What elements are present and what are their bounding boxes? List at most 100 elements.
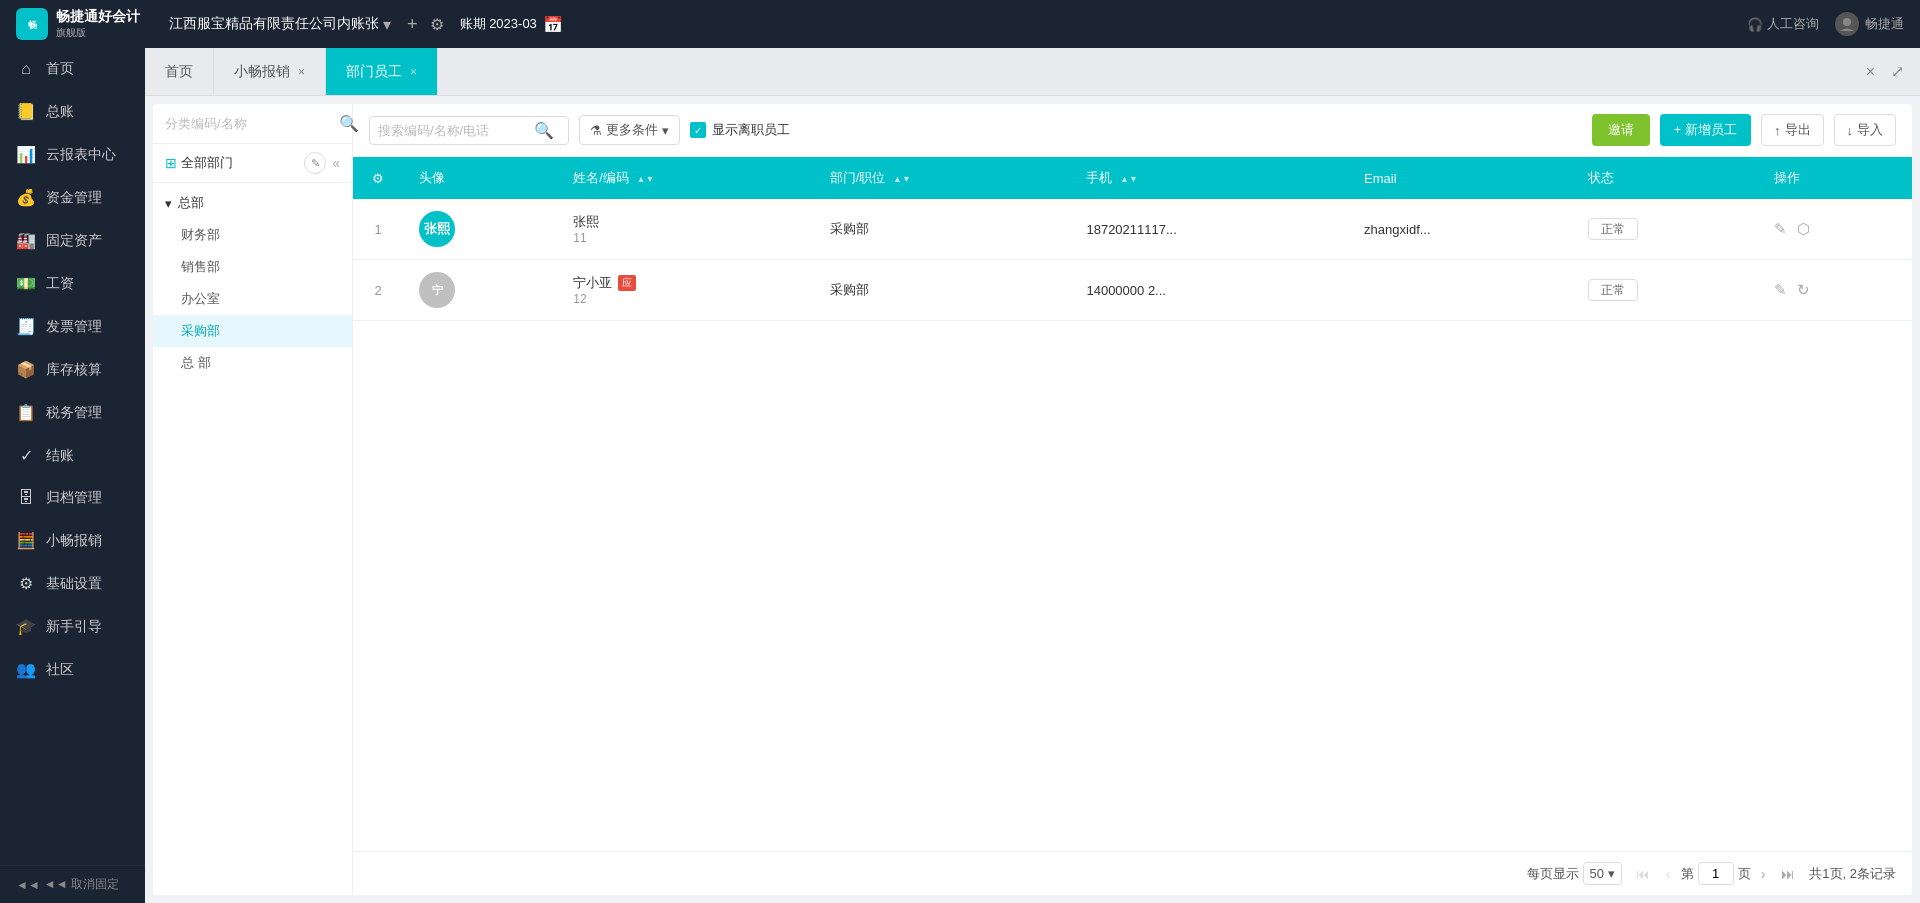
show-resigned-toggle[interactable]: ✓ 显示离职员工 [690, 121, 790, 139]
export-button[interactable]: ↑ 导出 [1761, 114, 1824, 146]
tab-close-all-button[interactable]: × [1862, 59, 1879, 85]
row2-actions: ✎ ↻ [1758, 260, 1912, 321]
row2-edit-button[interactable]: ✎ [1774, 281, 1787, 299]
sidebar-item-home[interactable]: ⌂ 首页 [0, 48, 145, 90]
app-title: 畅捷通好会计 [56, 8, 140, 26]
sidebar-item-settlement[interactable]: ✓ 结账 [0, 434, 145, 477]
col-phone[interactable]: 手机 ▲▼ [1070, 157, 1348, 199]
sidebar-item-fixed-assets[interactable]: 🏭 固定资产 [0, 219, 145, 262]
tab-expense-close[interactable]: × [298, 65, 305, 79]
sidebar-label-inventory: 库存核算 [46, 361, 102, 379]
tab-expand-button[interactable]: ⤢ [1887, 58, 1908, 85]
col-name-code[interactable]: 姓名/编码 ▲▼ [557, 157, 814, 199]
search-icon[interactable]: 🔍 [534, 121, 554, 140]
tab-dept-employee[interactable]: 部门员工 × [326, 48, 438, 95]
dept-edit-button[interactable]: ✎ [304, 152, 326, 174]
employee-search-input[interactable] [378, 123, 528, 138]
row1-num: 1 [353, 199, 403, 260]
page-size-dropdown[interactable]: 50 ▾ [1583, 862, 1622, 885]
prev-page-button[interactable]: ‹ [1660, 864, 1677, 884]
dept-node-purchase[interactable]: 采购部 [153, 315, 352, 347]
sidebar-item-community[interactable]: 👥 社区 [0, 648, 145, 691]
sidebar: ⌂ 首页 📒 总账 📊 云报表中心 💰 资金管理 🏭 固定资产 💵 工资 [0, 48, 145, 903]
dept-node-finance[interactable]: 财务部 [153, 219, 352, 251]
dept-all-button[interactable]: ⊞ 全部部门 [165, 154, 298, 172]
row1-edit-button[interactable]: ✎ [1774, 220, 1787, 238]
dept-node-office[interactable]: 办公室 [153, 283, 352, 315]
name-sort-arrows: ▲▼ [637, 174, 655, 184]
svg-point-2 [1843, 18, 1851, 26]
last-page-button[interactable]: ⏭ [1775, 864, 1801, 884]
dept-sort-arrows: ▲▼ [893, 174, 911, 184]
row1-phone: 18720211117... [1070, 199, 1348, 260]
content-area: 首页 小畅报销 × 部门员工 × × ⤢ 🔍 [145, 48, 1920, 903]
calendar-icon[interactable]: 📅 [543, 15, 563, 34]
import-button[interactable]: ↓ 导入 [1834, 114, 1897, 146]
page-input[interactable] [1698, 862, 1734, 885]
sidebar-item-fund-management[interactable]: 💰 资金管理 [0, 176, 145, 219]
user-menu[interactable]: 畅捷通 [1835, 12, 1904, 36]
company-dropdown-icon[interactable]: ▾ [383, 15, 391, 34]
next-page-button[interactable]: › [1755, 864, 1772, 884]
sidebar-item-inventory[interactable]: 📦 库存核算 [0, 348, 145, 391]
row2-delete-button[interactable]: ↻ [1797, 281, 1810, 299]
resigned-checkbox[interactable]: ✓ [690, 122, 706, 138]
row2-num: 2 [353, 260, 403, 321]
row2-name-code: 宁小亚 应 12 [557, 260, 814, 321]
dept-node-sales[interactable]: 销售部 [153, 251, 352, 283]
page-size-arrow: ▾ [1608, 866, 1615, 881]
sidebar-label-settlement: 结账 [46, 447, 74, 465]
invite-button[interactable]: 邀请 [1592, 114, 1650, 146]
tab-home[interactable]: 首页 [145, 48, 214, 95]
row2-dept: 采购部 [814, 260, 1071, 321]
settings-icon[interactable]: ⚙ [430, 15, 444, 34]
company-name: 江西服宝精品有限责任公司内账张 [169, 15, 379, 33]
tab-dept-close[interactable]: × [410, 65, 417, 79]
col-status: 状态 [1572, 157, 1758, 199]
add-employee-button[interactable]: + 新增员工 [1660, 114, 1751, 146]
dept-panel: 🔍 ⊞ 全部部门 ✎ « ▾ 总部 财务部 [153, 104, 353, 895]
sidebar-label-guide: 新手引导 [46, 618, 102, 636]
add-company-button[interactable]: + [407, 14, 418, 35]
sidebar-item-payroll[interactable]: 💵 工资 [0, 262, 145, 305]
sidebar-item-basic-settings[interactable]: ⚙ 基础设置 [0, 562, 145, 605]
col-dept-position[interactable]: 部门/职位 ▲▼ [814, 157, 1071, 199]
first-page-button[interactable]: ⏮ [1630, 864, 1656, 884]
logo-icon: 畅 [16, 8, 48, 40]
row2-avatar: 宁 [419, 272, 455, 308]
row2-avatar-cell: 宁 [403, 260, 557, 321]
import-icon: ↓ [1847, 123, 1854, 138]
row1-logout-button[interactable]: ⬡ [1797, 220, 1810, 238]
cancel-fixed-button[interactable]: ◄◄ ◄◄ 取消固定 [0, 865, 145, 903]
sidebar-item-invoice[interactable]: 🧾 发票管理 [0, 305, 145, 348]
sidebar-label-ledger: 总账 [46, 103, 74, 121]
col-email: Email [1348, 157, 1572, 199]
dept-node-zongbu[interactable]: ▾ 总部 [153, 187, 352, 219]
sidebar-item-archive[interactable]: 🗄 归档管理 [0, 477, 145, 519]
sidebar-item-xiao-chang[interactable]: 🧮 小畅报销 [0, 519, 145, 562]
sidebar-item-cloud-reports[interactable]: 📊 云报表中心 [0, 133, 145, 176]
export-icon: ↑ [1774, 123, 1781, 138]
customer-service-button[interactable]: 🎧 人工咨询 [1747, 15, 1819, 33]
cloud-reports-icon: 📊 [16, 145, 36, 164]
row1-actions: ✎ ⬡ [1758, 199, 1912, 260]
row2-status: 正常 [1572, 260, 1758, 321]
tab-xiao-chang-expense[interactable]: 小畅报销 × [214, 48, 326, 95]
guide-icon: 🎓 [16, 617, 36, 636]
dept-node-headquarters[interactable]: 总 部 [153, 347, 352, 379]
more-filter-button[interactable]: ⚗ 更多条件 ▾ [579, 115, 680, 145]
sidebar-item-new-guide[interactable]: 🎓 新手引导 [0, 605, 145, 648]
page-suffix: 页 [1738, 865, 1751, 883]
sidebar-scroll: ⌂ 首页 📒 总账 📊 云报表中心 💰 资金管理 🏭 固定资产 💵 工资 [0, 48, 145, 865]
assets-icon: 🏭 [16, 231, 36, 250]
dept-node-headquarters-label: 总 部 [181, 354, 211, 372]
main-layout: ⌂ 首页 📒 总账 📊 云报表中心 💰 资金管理 🏭 固定资产 💵 工资 [0, 48, 1920, 903]
dept-collapse-icon[interactable]: « [332, 155, 340, 171]
filter-icon: ⚗ [590, 123, 602, 138]
cancel-fixed-label: ◄◄ 取消固定 [44, 876, 119, 893]
col-settings[interactable]: ⚙ [353, 157, 403, 199]
dept-arrow-down: ▾ [165, 196, 172, 211]
sidebar-item-tax[interactable]: 📋 税务管理 [0, 391, 145, 434]
sidebar-item-general-ledger[interactable]: 📒 总账 [0, 90, 145, 133]
dept-search-input[interactable] [165, 116, 333, 131]
